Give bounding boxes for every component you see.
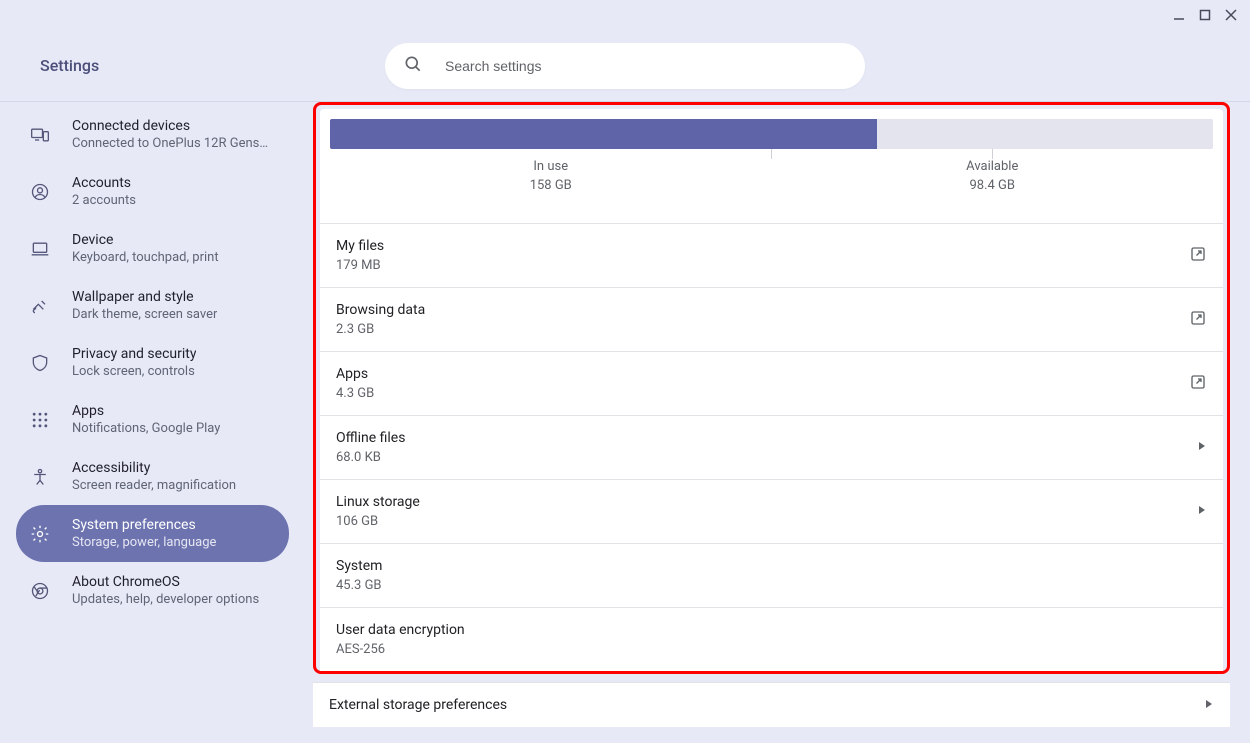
storage-row-label: System	[336, 558, 382, 574]
storage-row-label: External storage preferences	[329, 697, 507, 713]
sidebar-item-sub: Screen reader, magnification	[72, 478, 236, 493]
sidebar-item-about-chromeos[interactable]: About ChromeOS Updates, help, developer …	[16, 562, 289, 619]
storage-row-value: 45.3 GB	[336, 578, 382, 593]
sidebar-item-label: About ChromeOS	[72, 574, 259, 590]
search-input[interactable]	[443, 57, 847, 75]
storage-row-label: My files	[336, 238, 384, 254]
laptop-icon	[28, 237, 52, 261]
sidebar-item-system-preferences[interactable]: System preferences Storage, power, langu…	[16, 505, 289, 562]
chevron-right-icon	[1197, 440, 1207, 455]
window-titlebar	[0, 0, 1250, 30]
storage-in-use-value: 158 GB	[330, 178, 772, 193]
devices-icon	[28, 123, 52, 147]
window-close-button[interactable]	[1218, 2, 1244, 28]
sidebar-item-label: Wallpaper and style	[72, 289, 217, 305]
sidebar-item-sub: Connected to OnePlus 12R Gens…	[72, 136, 268, 151]
gear-icon	[28, 522, 52, 546]
sidebar-item-sub: Updates, help, developer options	[72, 592, 259, 607]
account-icon	[28, 180, 52, 204]
sidebar-item-label: System preferences	[72, 517, 216, 533]
storage-row-external-preferences[interactable]: External storage preferences	[313, 682, 1230, 727]
sidebar-item-sub: Storage, power, language	[72, 535, 216, 550]
storage-row-label: Browsing data	[336, 302, 425, 318]
app-header: Settings	[0, 30, 1250, 102]
sidebar-item-accounts[interactable]: Accounts 2 accounts	[16, 163, 289, 220]
chevron-right-icon	[1204, 698, 1214, 713]
apps-icon	[28, 408, 52, 432]
search-icon	[403, 54, 443, 78]
open-external-icon	[1189, 309, 1207, 331]
storage-row-label: User data encryption	[336, 622, 465, 638]
sidebar-item-sub: Notifications, Google Play	[72, 421, 220, 436]
chrome-icon	[28, 579, 52, 603]
storage-row-value: 179 MB	[336, 258, 384, 273]
sidebar-item-sub: 2 accounts	[72, 193, 136, 208]
sidebar: Connected devices Connected to OnePlus 1…	[0, 102, 305, 743]
sidebar-item-accessibility[interactable]: Accessibility Screen reader, magnificati…	[16, 448, 289, 505]
sidebar-item-label: Connected devices	[72, 118, 268, 134]
storage-in-use-label: In use	[330, 159, 772, 174]
storage-row-browsing-data[interactable]: Browsing data 2.3 GB	[320, 287, 1223, 351]
storage-row-label: Offline files	[336, 430, 405, 446]
storage-row-value: AES-256	[336, 642, 465, 657]
storage-row-encryption: User data encryption AES-256	[320, 607, 1223, 671]
storage-row-apps[interactable]: Apps 4.3 GB	[320, 351, 1223, 415]
sidebar-item-sub: Keyboard, touchpad, print	[72, 250, 219, 265]
window-minimize-button[interactable]	[1166, 2, 1192, 28]
storage-row-linux-storage[interactable]: Linux storage 106 GB	[320, 479, 1223, 543]
chevron-right-icon	[1197, 504, 1207, 519]
sidebar-item-sub: Lock screen, controls	[72, 364, 196, 379]
storage-available-value: 98.4 GB	[772, 178, 1214, 193]
storage-row-my-files[interactable]: My files 179 MB	[320, 223, 1223, 287]
storage-row-label: Apps	[336, 366, 374, 382]
sidebar-item-connected-devices[interactable]: Connected devices Connected to OnePlus 1…	[16, 106, 289, 163]
content-area: In use 158 GB Available 98.4 GB My files…	[305, 102, 1250, 743]
open-external-icon	[1189, 245, 1207, 267]
storage-highlight: In use 158 GB Available 98.4 GB My files…	[313, 102, 1230, 674]
storage-card: In use 158 GB Available 98.4 GB My files…	[320, 109, 1223, 671]
storage-available-label: Available	[772, 159, 1214, 174]
storage-row-system: System 45.3 GB	[320, 543, 1223, 607]
storage-row-value: 68.0 KB	[336, 450, 405, 465]
storage-usage-bar	[330, 119, 1213, 149]
shield-icon	[28, 351, 52, 375]
storage-row-value: 106 GB	[336, 514, 420, 529]
storage-legend: In use 158 GB Available 98.4 GB	[330, 149, 1213, 199]
storage-row-label: Linux storage	[336, 494, 420, 510]
storage-row-offline-files[interactable]: Offline files 68.0 KB	[320, 415, 1223, 479]
sidebar-item-label: Device	[72, 232, 219, 248]
sidebar-item-device[interactable]: Device Keyboard, touchpad, print	[16, 220, 289, 277]
search-container[interactable]	[385, 43, 865, 89]
accessibility-icon	[28, 465, 52, 489]
app-title: Settings	[40, 56, 99, 75]
sidebar-item-apps[interactable]: Apps Notifications, Google Play	[16, 391, 289, 448]
storage-row-value: 2.3 GB	[336, 322, 425, 337]
sidebar-item-label: Apps	[72, 403, 220, 419]
sidebar-item-label: Accounts	[72, 175, 136, 191]
sidebar-item-label: Privacy and security	[72, 346, 196, 362]
storage-row-value: 4.3 GB	[336, 386, 374, 401]
open-external-icon	[1189, 373, 1207, 395]
sidebar-item-privacy[interactable]: Privacy and security Lock screen, contro…	[16, 334, 289, 391]
storage-usage-bar-used	[330, 119, 877, 149]
sidebar-item-wallpaper[interactable]: Wallpaper and style Dark theme, screen s…	[16, 277, 289, 334]
sidebar-item-sub: Dark theme, screen saver	[72, 307, 217, 322]
window-maximize-button[interactable]	[1192, 2, 1218, 28]
brush-icon	[28, 294, 52, 318]
sidebar-item-label: Accessibility	[72, 460, 236, 476]
